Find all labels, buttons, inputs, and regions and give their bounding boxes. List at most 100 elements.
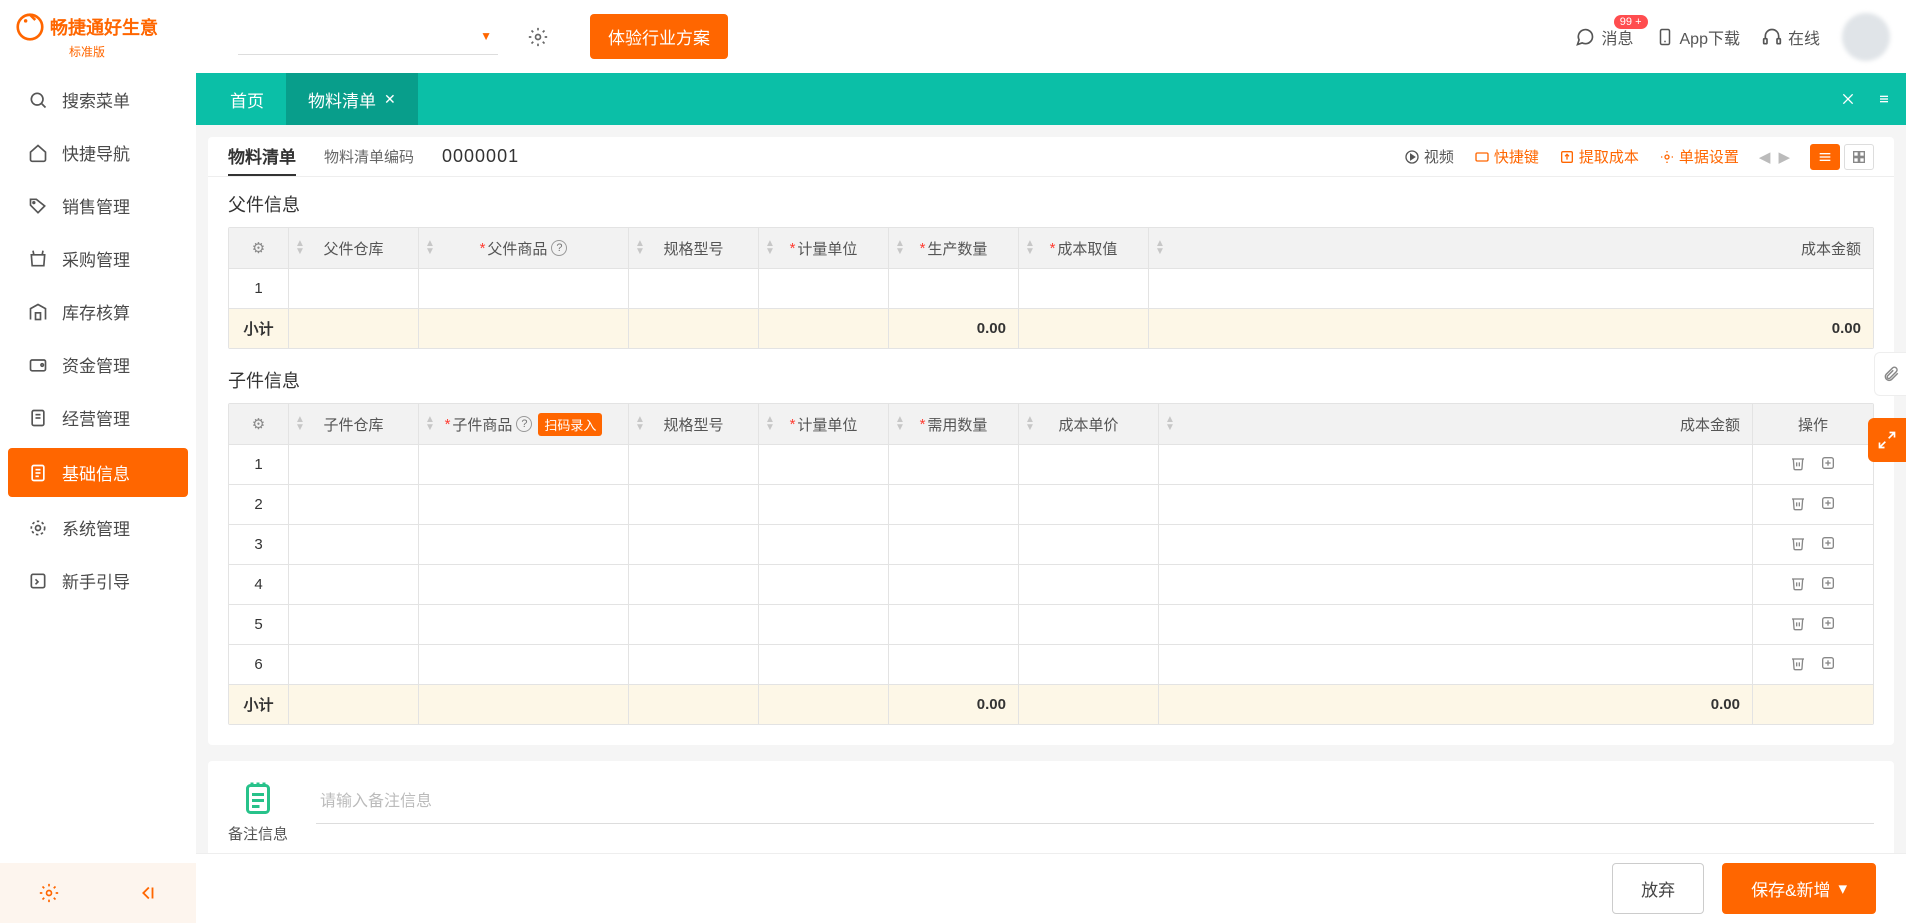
org-settings-button[interactable] [522, 21, 554, 53]
col-child-need-qty[interactable]: ▲▼*需用数量 [889, 404, 1019, 444]
discard-button[interactable]: 放弃 [1612, 863, 1704, 914]
help-icon[interactable]: ? [516, 416, 532, 432]
tool-doc-setting[interactable]: 单据设置 [1659, 146, 1739, 167]
sidebar-item-operation[interactable]: 经营管理 [0, 391, 196, 444]
col-child-product[interactable]: ▲▼*子件商品?扫码录入 [419, 404, 629, 444]
col-child-unit[interactable]: ▲▼*计量单位 [759, 404, 889, 444]
gear-icon[interactable]: ⚙ [252, 239, 265, 257]
view-grid-button[interactable] [1844, 144, 1874, 170]
messages-badge: 99 + [1614, 15, 1648, 29]
child-row[interactable]: 2 [229, 484, 1873, 524]
col-parent-warehouse[interactable]: ▲▼父件仓库 [289, 228, 419, 268]
add-row-icon[interactable] [1820, 615, 1836, 635]
brand-name: 畅捷通好生意 [50, 14, 158, 40]
col-parent-unit[interactable]: ▲▼*计量单位 [759, 228, 889, 268]
sidebar-item-funds[interactable]: 资金管理 [0, 338, 196, 391]
col-child-warehouse[interactable]: ▲▼子件仓库 [289, 404, 419, 444]
col-parent-product[interactable]: ▲▼*父件商品? [419, 228, 629, 268]
keyboard-icon [1474, 149, 1490, 165]
child-row[interactable]: 5 [229, 604, 1873, 644]
tab-more-icon[interactable] [1870, 85, 1898, 113]
col-child-cost-price[interactable]: ▲▼成本单价 [1019, 404, 1159, 444]
view-toggle [1810, 144, 1874, 170]
app-download-button[interactable]: App下载 [1656, 25, 1740, 49]
child-row[interactable]: 4 [229, 564, 1873, 604]
online-support-button[interactable]: 在线 [1762, 25, 1820, 49]
sidebar-item-basic-info[interactable]: 基础信息 [8, 448, 188, 497]
delete-row-icon[interactable] [1790, 535, 1806, 555]
help-icon[interactable]: ? [551, 240, 567, 256]
prev-record-icon[interactable]: ◀ [1759, 148, 1771, 166]
col-child-spec[interactable]: ▲▼规格型号 [629, 404, 759, 444]
scan-input-tag[interactable]: 扫码录入 [538, 413, 602, 436]
sidebar-item-guide[interactable]: 新手引导 [0, 554, 196, 607]
sidebar-label: 经营管理 [62, 405, 130, 430]
org-selector: ▼ 体验行业方案 [238, 14, 728, 59]
delete-row-icon[interactable] [1790, 455, 1806, 475]
col-parent-qty[interactable]: ▲▼*生产数量 [889, 228, 1019, 268]
remark-label: 备注信息 [228, 823, 288, 844]
add-row-icon[interactable] [1820, 575, 1836, 595]
app-download-label: App下载 [1680, 25, 1740, 49]
extract-icon [1559, 149, 1575, 165]
chevron-down-icon: ▾ [1838, 879, 1847, 899]
main-area: 首页 物料清单 ✕ 物料清单 物料清单编码 0000001 [196, 73, 1906, 923]
paperclip-icon [1882, 365, 1900, 383]
child-row[interactable]: 3 [229, 524, 1873, 564]
sidebar-item-inventory[interactable]: 库存核算 [0, 285, 196, 338]
add-row-icon[interactable] [1820, 535, 1836, 555]
messages-button[interactable]: 消息 99 + [1575, 25, 1633, 49]
parent-subtotal-row: 小计 0.00 0.00 [229, 308, 1873, 348]
parent-row[interactable]: 1 [229, 268, 1873, 308]
fullscreen-button[interactable] [1868, 418, 1906, 462]
org-dropdown[interactable]: ▼ [238, 19, 498, 55]
attachment-button[interactable] [1874, 352, 1906, 396]
child-section-title: 子件信息 [228, 367, 1874, 393]
next-record-icon[interactable]: ▶ [1778, 148, 1790, 166]
tab-close-all-icon[interactable] [1834, 85, 1862, 113]
brand-logo: 畅捷通好生意 标准版 [16, 13, 158, 60]
add-row-icon[interactable] [1820, 495, 1836, 515]
delete-row-icon[interactable] [1790, 495, 1806, 515]
col-parent-cost-fetch[interactable]: ▲▼*成本取值 [1019, 228, 1149, 268]
tool-extract-cost[interactable]: 提取成本 [1559, 146, 1639, 167]
add-row-icon[interactable] [1820, 455, 1836, 475]
child-row[interactable]: 6 [229, 644, 1873, 684]
play-circle-icon [1404, 149, 1420, 165]
user-avatar[interactable] [1842, 13, 1890, 61]
save-and-new-button[interactable]: 保存&新增 ▾ [1722, 863, 1876, 914]
tab-bom[interactable]: 物料清单 ✕ [286, 73, 418, 125]
tool-video[interactable]: 视频 [1404, 146, 1454, 167]
sidebar-item-sales[interactable]: 销售管理 [0, 179, 196, 232]
tool-shortcut[interactable]: 快捷键 [1474, 146, 1539, 167]
sidebar-item-search[interactable]: 搜索菜单 [0, 73, 196, 126]
close-icon[interactable]: ✕ [384, 91, 396, 108]
sidebar-item-quick-nav[interactable]: 快捷导航 [0, 126, 196, 179]
sidebar-label: 销售管理 [62, 193, 130, 218]
sidebar-label: 搜索菜单 [62, 87, 130, 112]
col-parent-spec[interactable]: ▲▼规格型号 [629, 228, 759, 268]
experience-industry-button[interactable]: 体验行业方案 [590, 14, 728, 59]
col-parent-cost-amount[interactable]: ▲▼成本金额 [1149, 228, 1873, 268]
view-list-button[interactable] [1810, 144, 1840, 170]
footer-gear-icon[interactable] [39, 883, 59, 903]
sidebar-item-purchase[interactable]: 采购管理 [0, 232, 196, 285]
delete-row-icon[interactable] [1790, 655, 1806, 675]
gear-icon[interactable]: ⚙ [252, 415, 265, 433]
remark-input[interactable] [316, 781, 1874, 824]
child-row[interactable]: 1 [229, 444, 1873, 484]
child-qty-total: 0.00 [889, 685, 1019, 724]
sidebar-item-system[interactable]: 系统管理 [0, 501, 196, 554]
col-child-cost-amount[interactable]: ▲▼成本金额 [1159, 404, 1753, 444]
tab-home[interactable]: 首页 [208, 73, 286, 125]
delete-row-icon[interactable] [1790, 575, 1806, 595]
col-child-ops: 操作 [1753, 404, 1873, 444]
collapse-sidebar-icon[interactable] [136, 882, 158, 904]
delete-row-icon[interactable] [1790, 615, 1806, 635]
parent-amount-total: 0.00 [1149, 309, 1873, 348]
search-icon [28, 90, 48, 110]
add-row-icon[interactable] [1820, 655, 1836, 675]
bag-icon [28, 249, 48, 269]
child-amount-total: 0.00 [1159, 685, 1753, 724]
panel-tab-bom[interactable]: 物料清单 [228, 137, 296, 176]
